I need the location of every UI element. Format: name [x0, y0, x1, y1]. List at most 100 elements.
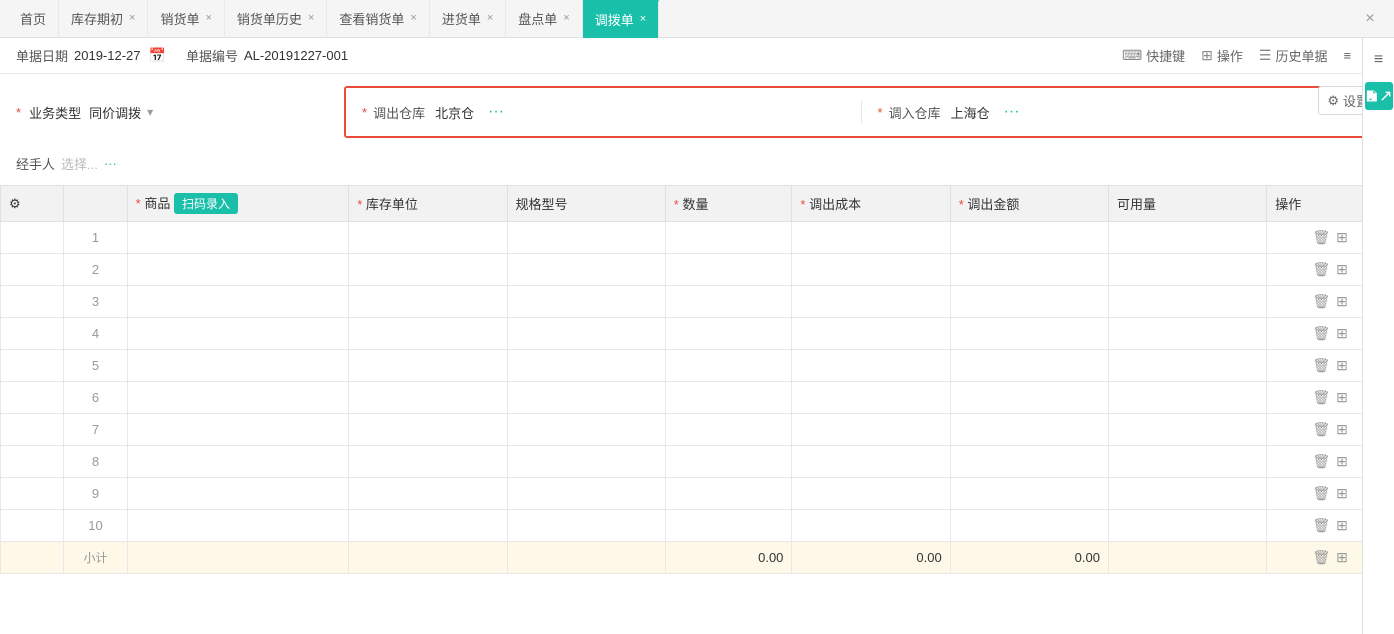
row-goods-cell[interactable] [127, 382, 349, 414]
copy-icon[interactable]: ⊞ [1336, 517, 1348, 534]
row-spec-cell[interactable] [507, 510, 665, 542]
tab-sales-order[interactable]: 销货单 × [148, 0, 224, 38]
in-warehouse-value[interactable]: 上海仓 [951, 103, 990, 122]
row-unit-cell[interactable] [349, 478, 507, 510]
row-goods-cell[interactable] [127, 254, 349, 286]
tab-view-sales-close[interactable]: × [410, 13, 416, 24]
delete-icon[interactable]: 🗑 [1312, 293, 1330, 310]
row-unit-cell[interactable] [349, 414, 507, 446]
row-qty-cell[interactable] [665, 222, 792, 254]
in-warehouse-more-icon[interactable]: ··· [1004, 103, 1020, 121]
panel-export-icon[interactable]: ↗ [1365, 82, 1393, 110]
row-unit-cell[interactable] [349, 382, 507, 414]
row-cost-cell[interactable] [792, 382, 950, 414]
layout-toggle-list[interactable]: ≡ [1344, 48, 1352, 63]
delete-icon[interactable]: 🗑 [1312, 357, 1330, 374]
row-amount-cell[interactable] [950, 318, 1108, 350]
row-cost-cell[interactable] [792, 478, 950, 510]
shortcuts-button[interactable]: ⌨ 快捷键 [1122, 46, 1185, 65]
row-unit-cell[interactable] [349, 222, 507, 254]
operations-button[interactable]: ⊞ 操作 [1201, 46, 1243, 65]
row-qty-cell[interactable] [665, 350, 792, 382]
row-unit-cell[interactable] [349, 318, 507, 350]
delete-icon[interactable]: 🗑 [1312, 229, 1330, 246]
out-warehouse-value[interactable]: 北京仓 [435, 103, 474, 122]
row-qty-cell[interactable] [665, 446, 792, 478]
delete-icon[interactable]: 🗑 [1312, 389, 1330, 406]
copy-icon[interactable]: ⊞ [1336, 421, 1348, 438]
row-cost-cell[interactable] [792, 510, 950, 542]
row-amount-cell[interactable] [950, 478, 1108, 510]
row-goods-cell[interactable] [127, 222, 349, 254]
copy-icon[interactable]: ⊞ [1336, 293, 1348, 310]
row-cost-cell[interactable] [792, 286, 950, 318]
row-spec-cell[interactable] [507, 318, 665, 350]
row-goods-cell[interactable] [127, 286, 349, 318]
row-cost-cell[interactable] [792, 414, 950, 446]
copy-icon[interactable]: ⊞ [1336, 389, 1348, 406]
delete-icon[interactable]: 🗑 [1312, 517, 1330, 534]
tab-stocktake-close[interactable]: × [563, 13, 569, 24]
calendar-icon[interactable]: 📅 [149, 47, 166, 64]
tab-view-sales[interactable]: 查看销货单 × [327, 0, 429, 38]
copy-icon[interactable]: ⊞ [1336, 549, 1348, 566]
row-spec-cell[interactable] [507, 414, 665, 446]
delete-icon[interactable]: 🗑 [1312, 485, 1330, 502]
row-unit-cell[interactable] [349, 286, 507, 318]
tab-transfer[interactable]: 调拨单 × [583, 0, 659, 38]
row-amount-cell[interactable] [950, 414, 1108, 446]
business-value[interactable]: 同价调拨 [89, 103, 141, 122]
tab-sales-history[interactable]: 销货单历史 × [225, 0, 327, 38]
row-cost-cell[interactable] [792, 222, 950, 254]
row-spec-cell[interactable] [507, 478, 665, 510]
delete-icon[interactable]: 🗑 [1312, 261, 1330, 278]
row-qty-cell[interactable] [665, 382, 792, 414]
row-qty-cell[interactable] [665, 414, 792, 446]
tab-home[interactable]: 首页 [8, 0, 59, 38]
row-cost-cell[interactable] [792, 318, 950, 350]
tab-sales-order-close[interactable]: × [205, 13, 211, 24]
delete-icon[interactable]: 🗑 [1312, 453, 1330, 470]
row-qty-cell[interactable] [665, 254, 792, 286]
tab-stocktake[interactable]: 盘点单 × [506, 0, 582, 38]
tab-purchase[interactable]: 进货单 × [430, 0, 506, 38]
row-spec-cell[interactable] [507, 254, 665, 286]
copy-icon[interactable]: ⊞ [1336, 261, 1348, 278]
row-amount-cell[interactable] [950, 350, 1108, 382]
row-qty-cell[interactable] [665, 510, 792, 542]
row-unit-cell[interactable] [349, 254, 507, 286]
row-amount-cell[interactable] [950, 222, 1108, 254]
history-button[interactable]: ☰ 历史单据 [1259, 46, 1328, 65]
row-goods-cell[interactable] [127, 318, 349, 350]
personnel-more-icon[interactable]: ··· [104, 156, 117, 171]
tab-transfer-close[interactable]: × [640, 14, 646, 25]
copy-icon[interactable]: ⊞ [1336, 485, 1348, 502]
row-unit-cell[interactable] [349, 350, 507, 382]
copy-icon[interactable]: ⊞ [1336, 453, 1348, 470]
tab-inventory-init-close[interactable]: × [129, 13, 135, 24]
row-cost-cell[interactable] [792, 254, 950, 286]
settings-cog-icon[interactable]: ⚙ [9, 196, 21, 211]
copy-icon[interactable]: ⊞ [1336, 229, 1348, 246]
scan-button[interactable]: 扫码录入 [174, 193, 238, 214]
delete-icon[interactable]: 🗑 [1312, 421, 1330, 438]
row-goods-cell[interactable] [127, 350, 349, 382]
row-cost-cell[interactable] [792, 446, 950, 478]
row-qty-cell[interactable] [665, 318, 792, 350]
row-amount-cell[interactable] [950, 510, 1108, 542]
copy-icon[interactable]: ⊞ [1336, 357, 1348, 374]
row-qty-cell[interactable] [665, 286, 792, 318]
out-warehouse-more-icon[interactable]: ··· [488, 103, 504, 121]
row-spec-cell[interactable] [507, 382, 665, 414]
row-amount-cell[interactable] [950, 286, 1108, 318]
row-goods-cell[interactable] [127, 414, 349, 446]
chevron-down-icon[interactable]: ▾ [147, 105, 153, 119]
row-amount-cell[interactable] [950, 446, 1108, 478]
window-close-button[interactable]: × [1354, 3, 1386, 35]
row-spec-cell[interactable] [507, 222, 665, 254]
row-goods-cell[interactable] [127, 446, 349, 478]
tab-inventory-init[interactable]: 库存期初 × [59, 0, 148, 38]
col-settings-header[interactable]: ⚙ [1, 186, 64, 222]
row-cost-cell[interactable] [792, 350, 950, 382]
personnel-select[interactable]: 选择... [61, 154, 98, 173]
